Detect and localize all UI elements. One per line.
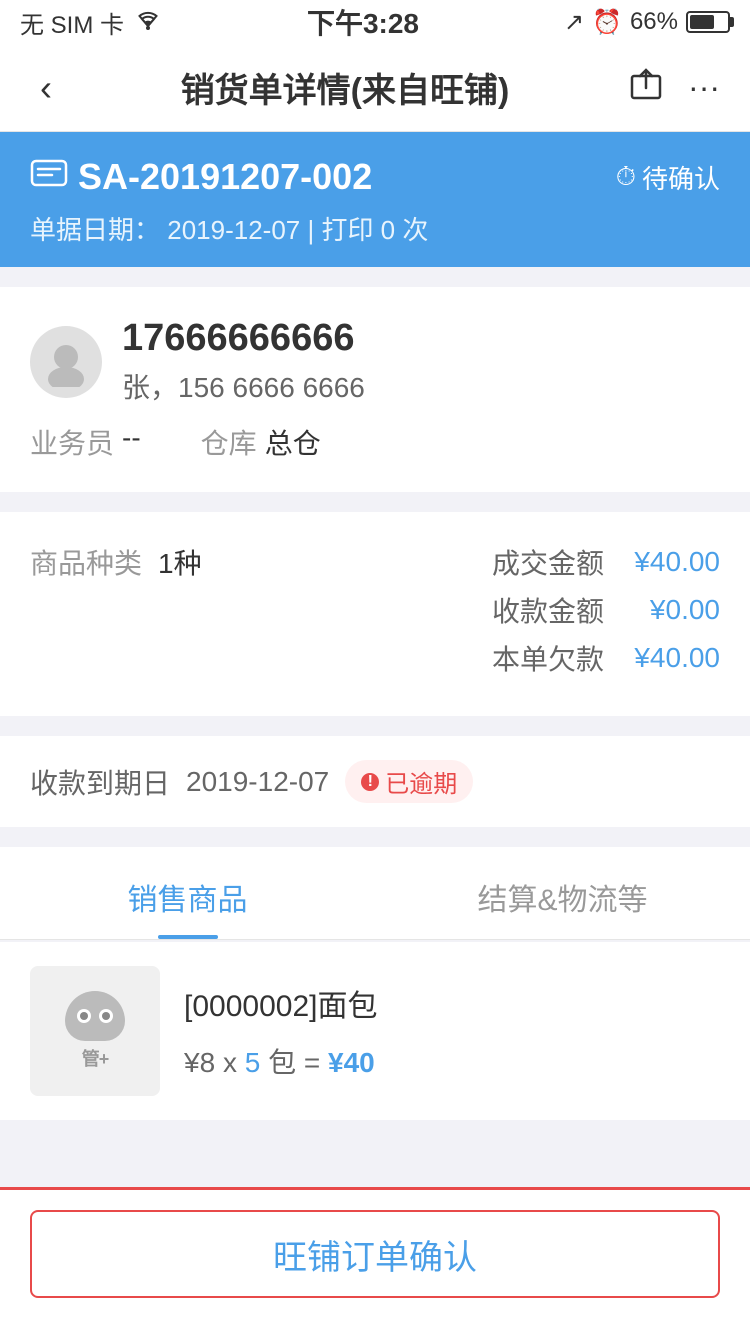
status-right: ↗ ⏰ 66%	[564, 8, 730, 37]
owed-value: ¥40.00	[620, 642, 720, 674]
product-qty: 5	[245, 1047, 261, 1078]
product-total: ¥40	[328, 1047, 375, 1078]
time-display: 下午3:28	[307, 2, 419, 42]
wifi-icon	[134, 8, 162, 37]
product-info: [0000002]面包 ¥8 x 5 包 = ¥40	[184, 981, 720, 1081]
transaction-amount-label: 成交金额	[492, 542, 604, 582]
tab-products[interactable]: 销售商品	[0, 847, 375, 939]
order-header: SA-20191207-002 ⏱ 待确认 单据日期： 2019-12-07 |…	[0, 132, 750, 267]
customer-top: 17666666666 张，156 6666 6666	[30, 317, 720, 406]
bottom-bar: 旺铺订单确认	[0, 1187, 750, 1334]
status-left: 无 SIM 卡	[20, 5, 162, 40]
summary-card: 商品种类 1种 成交金额 ¥40.00 收款金额 ¥0.00 本单欠款 ¥40.…	[0, 512, 750, 716]
back-button[interactable]: ‹	[30, 57, 62, 119]
customer-avatar	[30, 326, 102, 398]
amount-section: 成交金额 ¥40.00 收款金额 ¥0.00 本单欠款 ¥40.00	[492, 542, 720, 686]
product-card: 管+ [0000002]面包 ¥8 x 5 包 = ¥40	[0, 942, 750, 1120]
battery-percent: 66%	[630, 8, 678, 36]
customer-info: 17666666666 张，156 6666 6666	[122, 317, 365, 406]
collected-label: 收款金额	[492, 590, 604, 630]
nav-actions: ···	[628, 66, 720, 110]
order-date: 单据日期： 2019-12-07 | 打印 0 次	[30, 210, 720, 247]
warehouse-label: 仓库	[201, 422, 257, 462]
alarm-icon: ⏰	[592, 8, 622, 37]
salesperson-value: --	[122, 422, 141, 462]
owl-logo: 管+	[65, 991, 125, 1071]
owl-tag: 管+	[82, 1045, 109, 1071]
owl-eye-left	[77, 1009, 91, 1023]
product-type-label: 商品种类	[30, 542, 142, 582]
owed-row: 本单欠款 ¥40.00	[492, 638, 720, 678]
tabs-container: 销售商品 结算&物流等	[0, 847, 750, 940]
order-status: ⏱ 待确认	[616, 159, 720, 196]
order-header-top: SA-20191207-002 ⏱ 待确认	[30, 156, 720, 198]
product-price: ¥8 x 5 包 = ¥40	[184, 1041, 720, 1081]
confirm-order-button[interactable]: 旺铺订单确认	[30, 1210, 720, 1298]
due-date-label: 收款到期日	[30, 762, 170, 802]
more-icon[interactable]: ···	[688, 69, 720, 106]
overdue-badge: ! 已逾期	[345, 760, 473, 803]
order-id: SA-20191207-002	[30, 156, 372, 198]
owl-body	[65, 991, 125, 1041]
battery-icon	[686, 11, 730, 33]
due-date-card: 收款到期日 2019-12-07 ! 已逾期	[0, 736, 750, 827]
location-icon: ↗	[564, 8, 584, 37]
collected-row: 收款金额 ¥0.00	[492, 590, 720, 630]
customer-meta: 业务员 -- 仓库 总仓	[30, 422, 720, 462]
warehouse-value: 总仓	[265, 422, 321, 462]
transaction-amount-row: 成交金额 ¥40.00	[492, 542, 720, 582]
collected-value: ¥0.00	[620, 594, 720, 626]
nav-bar: ‹ 销货单详情(来自旺铺) ···	[0, 44, 750, 132]
status-bar: 无 SIM 卡 下午3:28 ↗ ⏰ 66%	[0, 0, 750, 44]
salesperson-field: 业务员 --	[30, 422, 141, 462]
page-title: 销货单详情(来自旺铺)	[181, 63, 510, 112]
customer-phone: 17666666666	[122, 317, 365, 360]
tab-settlement[interactable]: 结算&物流等	[375, 847, 750, 939]
warehouse-field: 仓库 总仓	[201, 422, 321, 462]
clock-icon: ⏱	[616, 161, 636, 193]
due-date-value: 2019-12-07	[186, 766, 329, 798]
product-type-section: 商品种类 1种	[30, 542, 202, 582]
customer-card: 17666666666 张，156 6666 6666 业务员 -- 仓库 总仓	[0, 287, 750, 492]
product-type-value: 1种	[158, 542, 202, 582]
product-thumbnail: 管+	[30, 966, 160, 1096]
share-icon[interactable]	[628, 66, 664, 110]
order-icon	[30, 156, 68, 198]
overdue-dot-icon: !	[361, 773, 379, 791]
product-name: [0000002]面包	[184, 981, 720, 1025]
owl-eye-right	[99, 1009, 113, 1023]
battery-fill	[690, 15, 714, 29]
overdue-text: 已逾期	[385, 764, 457, 799]
customer-name: 张，156 6666 6666	[122, 366, 365, 406]
transaction-amount-value: ¥40.00	[620, 546, 720, 578]
salesperson-label: 业务员	[30, 422, 114, 462]
carrier-text: 无 SIM 卡	[20, 5, 124, 40]
owed-label: 本单欠款	[492, 638, 604, 678]
